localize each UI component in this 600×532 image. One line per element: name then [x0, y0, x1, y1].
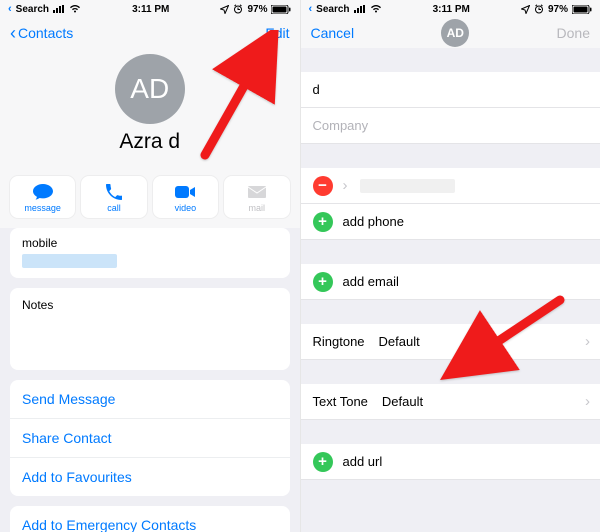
status-bar: ‹ Search 3:11 PM 97%	[301, 0, 600, 18]
ringtone-row[interactable]: Ringtone Default ›	[301, 324, 600, 360]
signal-icon	[354, 5, 366, 13]
mail-icon	[247, 185, 267, 199]
status-bar: ‹ Search 3:11 PM 97%	[0, 0, 300, 18]
message-button[interactable]: message	[10, 176, 75, 218]
add-phone-row[interactable]: + add phone	[301, 204, 600, 240]
contact-hero: AD Azra d	[0, 48, 300, 170]
ringtone-value: Default	[379, 334, 420, 349]
mobile-label: mobile	[22, 236, 278, 250]
status-search: Search	[16, 4, 49, 15]
texttone-value: Default	[382, 394, 423, 409]
chevron-right-icon: ›	[585, 333, 590, 350]
send-message-link[interactable]: Send Message	[10, 380, 290, 418]
nav-bar: Cancel AD Done	[301, 18, 600, 48]
links-card: Send Message Share Contact Add to Favour…	[10, 380, 290, 496]
signal-icon	[53, 5, 65, 13]
wifi-icon	[69, 5, 81, 13]
company-input[interactable]: Company	[301, 108, 600, 144]
mail-button: mail	[224, 176, 289, 218]
texttone-row[interactable]: Text Tone Default ›	[301, 384, 600, 420]
mobile-number-masked	[22, 254, 117, 268]
delete-phone-icon[interactable]: −	[313, 176, 333, 196]
status-time: 3:11 PM	[132, 4, 169, 15]
battery-icon	[271, 5, 291, 14]
cancel-button[interactable]: Cancel	[311, 25, 355, 41]
contact-edit-screen: ‹ Search 3:11 PM 97% Cancel AD Done d Co…	[301, 0, 600, 532]
phone-number-masked	[360, 179, 455, 193]
back-label: Contacts	[18, 25, 73, 41]
phone-card[interactable]: mobile	[10, 228, 290, 278]
avatar-small[interactable]: AD	[441, 19, 469, 47]
chevron-left-icon: ‹	[10, 24, 16, 42]
done-button[interactable]: Done	[557, 25, 590, 41]
status-battery: 97%	[247, 4, 267, 15]
add-phone-label: add phone	[343, 214, 404, 229]
status-time: 3:11 PM	[433, 4, 470, 15]
contact-view-screen: ‹ Search 3:11 PM 97% ‹Contacts Edit AD A…	[0, 0, 301, 532]
alarm-icon	[233, 4, 243, 14]
add-url-label: add url	[343, 454, 383, 469]
back-chevron-icon: ‹	[8, 3, 12, 15]
texttone-label: Text Tone	[313, 394, 368, 409]
add-email-label: add email	[343, 274, 399, 289]
contact-name: Azra d	[0, 130, 300, 154]
action-row: message call video mail	[0, 170, 300, 228]
add-icon: +	[313, 212, 333, 232]
last-name-input[interactable]: d	[301, 72, 600, 108]
avatar[interactable]: AD	[115, 54, 185, 124]
message-label: message	[10, 203, 75, 213]
mail-label: mail	[224, 203, 289, 213]
add-emergency-link[interactable]: Add to Emergency Contacts	[10, 506, 290, 532]
location-icon	[220, 5, 229, 14]
back-button[interactable]: ‹Contacts	[10, 24, 73, 42]
video-button[interactable]: video	[153, 176, 218, 218]
share-contact-link[interactable]: Share Contact	[10, 418, 290, 457]
emergency-card: Add to Emergency Contacts	[10, 506, 290, 532]
ringtone-label: Ringtone	[313, 334, 365, 349]
add-favourites-link[interactable]: Add to Favourites	[10, 457, 290, 496]
location-icon	[521, 5, 530, 14]
add-url-row[interactable]: + add url	[301, 444, 600, 480]
status-battery: 97%	[548, 4, 568, 15]
wifi-icon	[370, 5, 382, 13]
status-search: Search	[316, 4, 349, 15]
chevron-right-icon: ›	[585, 393, 590, 410]
call-label: call	[81, 203, 146, 213]
notes-card[interactable]: Notes	[10, 288, 290, 370]
phone-row[interactable]: − ›	[301, 168, 600, 204]
last-name-value: d	[313, 82, 320, 97]
edit-button[interactable]: Edit	[265, 25, 289, 41]
call-button[interactable]: call	[81, 176, 146, 218]
add-icon: +	[313, 452, 333, 472]
battery-icon	[572, 5, 592, 14]
company-placeholder: Company	[313, 118, 369, 133]
phone-icon	[105, 183, 123, 201]
chevron-right-icon: ›	[343, 177, 348, 194]
back-chevron-icon: ‹	[309, 3, 313, 15]
add-email-row[interactable]: + add email	[301, 264, 600, 300]
video-label: video	[153, 203, 218, 213]
video-icon	[174, 185, 196, 199]
add-icon: +	[313, 272, 333, 292]
alarm-icon	[534, 4, 544, 14]
nav-bar: ‹Contacts Edit	[0, 18, 300, 48]
message-icon	[32, 183, 54, 201]
notes-label: Notes	[22, 298, 278, 312]
